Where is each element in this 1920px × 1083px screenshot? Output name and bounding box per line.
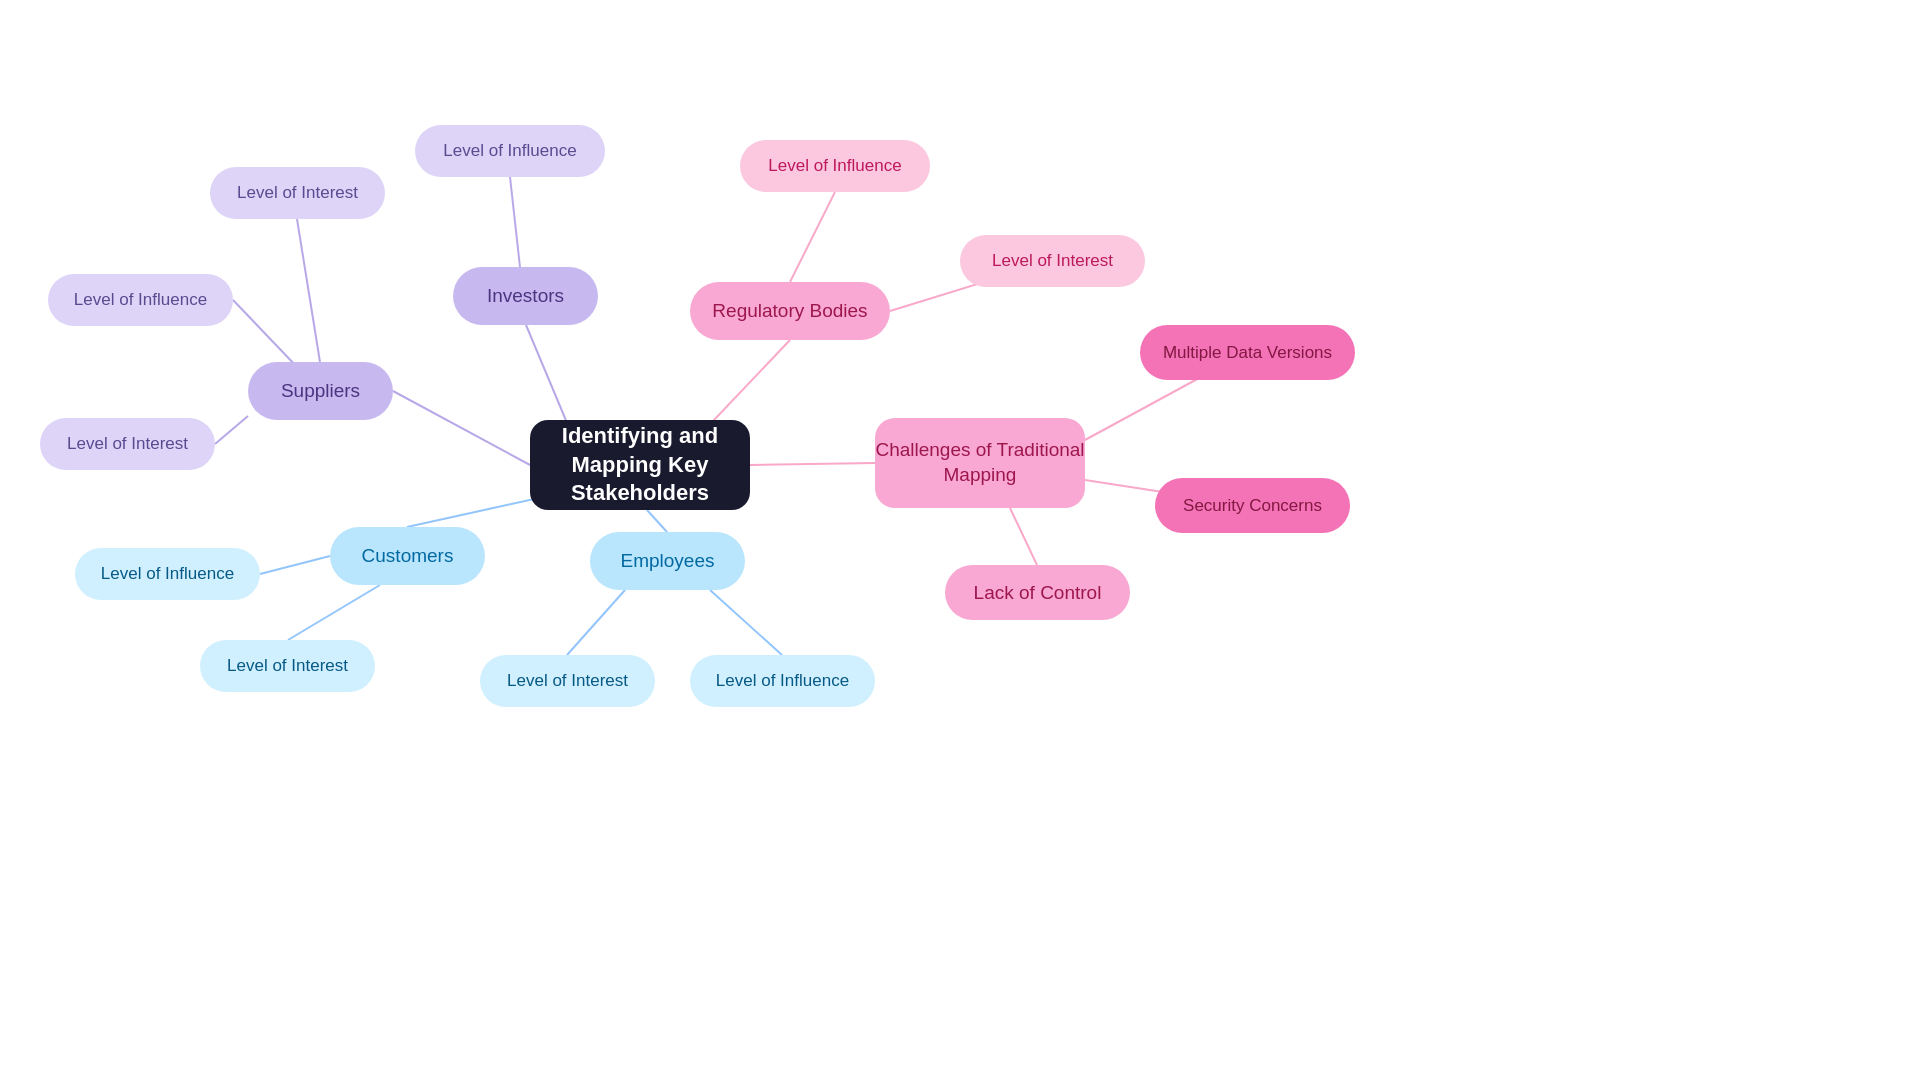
suppliers-influence-node: Level of Influence (48, 274, 233, 326)
regulatory-interest-node: Level of Interest (960, 235, 1145, 287)
svg-line-17 (567, 590, 625, 655)
svg-line-3 (297, 219, 320, 362)
suppliers-child-node: Level of Interest (210, 167, 385, 219)
svg-line-5 (510, 177, 520, 267)
customers-interest-node: Level of Interest (200, 640, 375, 692)
svg-line-16 (647, 510, 667, 532)
challenges-security-node: Security Concerns (1155, 478, 1350, 533)
svg-line-4 (526, 325, 570, 430)
investors-influence-node: Level of Influence (415, 125, 605, 177)
svg-line-14 (260, 556, 330, 574)
challenges-control-node: Lack of Control (945, 565, 1130, 620)
svg-line-2 (215, 416, 248, 444)
svg-line-0 (393, 391, 530, 465)
employees-interest-node: Level of Interest (480, 655, 655, 707)
center-node: Identifying and Mapping Key Stakeholders (530, 420, 750, 510)
svg-line-15 (288, 585, 380, 640)
employees-node: Employees (590, 532, 745, 590)
svg-line-9 (750, 463, 875, 465)
customers-influence-node: Level of Influence (75, 548, 260, 600)
regulatory-node: Regulatory Bodies (690, 282, 890, 340)
svg-line-7 (790, 192, 835, 282)
svg-line-18 (710, 590, 782, 655)
regulatory-influence-node: Level of Influence (740, 140, 930, 192)
challenges-versions-node: Multiple Data Versions (1140, 325, 1355, 380)
customers-node: Customers (330, 527, 485, 585)
challenges-node: Challenges of Traditional Mapping (875, 418, 1085, 508)
investors-node: Investors (453, 267, 598, 325)
svg-line-12 (1010, 508, 1037, 565)
suppliers-interest-node: Level of Interest (40, 418, 215, 470)
suppliers-node: Suppliers (248, 362, 393, 420)
employees-influence-node: Level of Influence (690, 655, 875, 707)
